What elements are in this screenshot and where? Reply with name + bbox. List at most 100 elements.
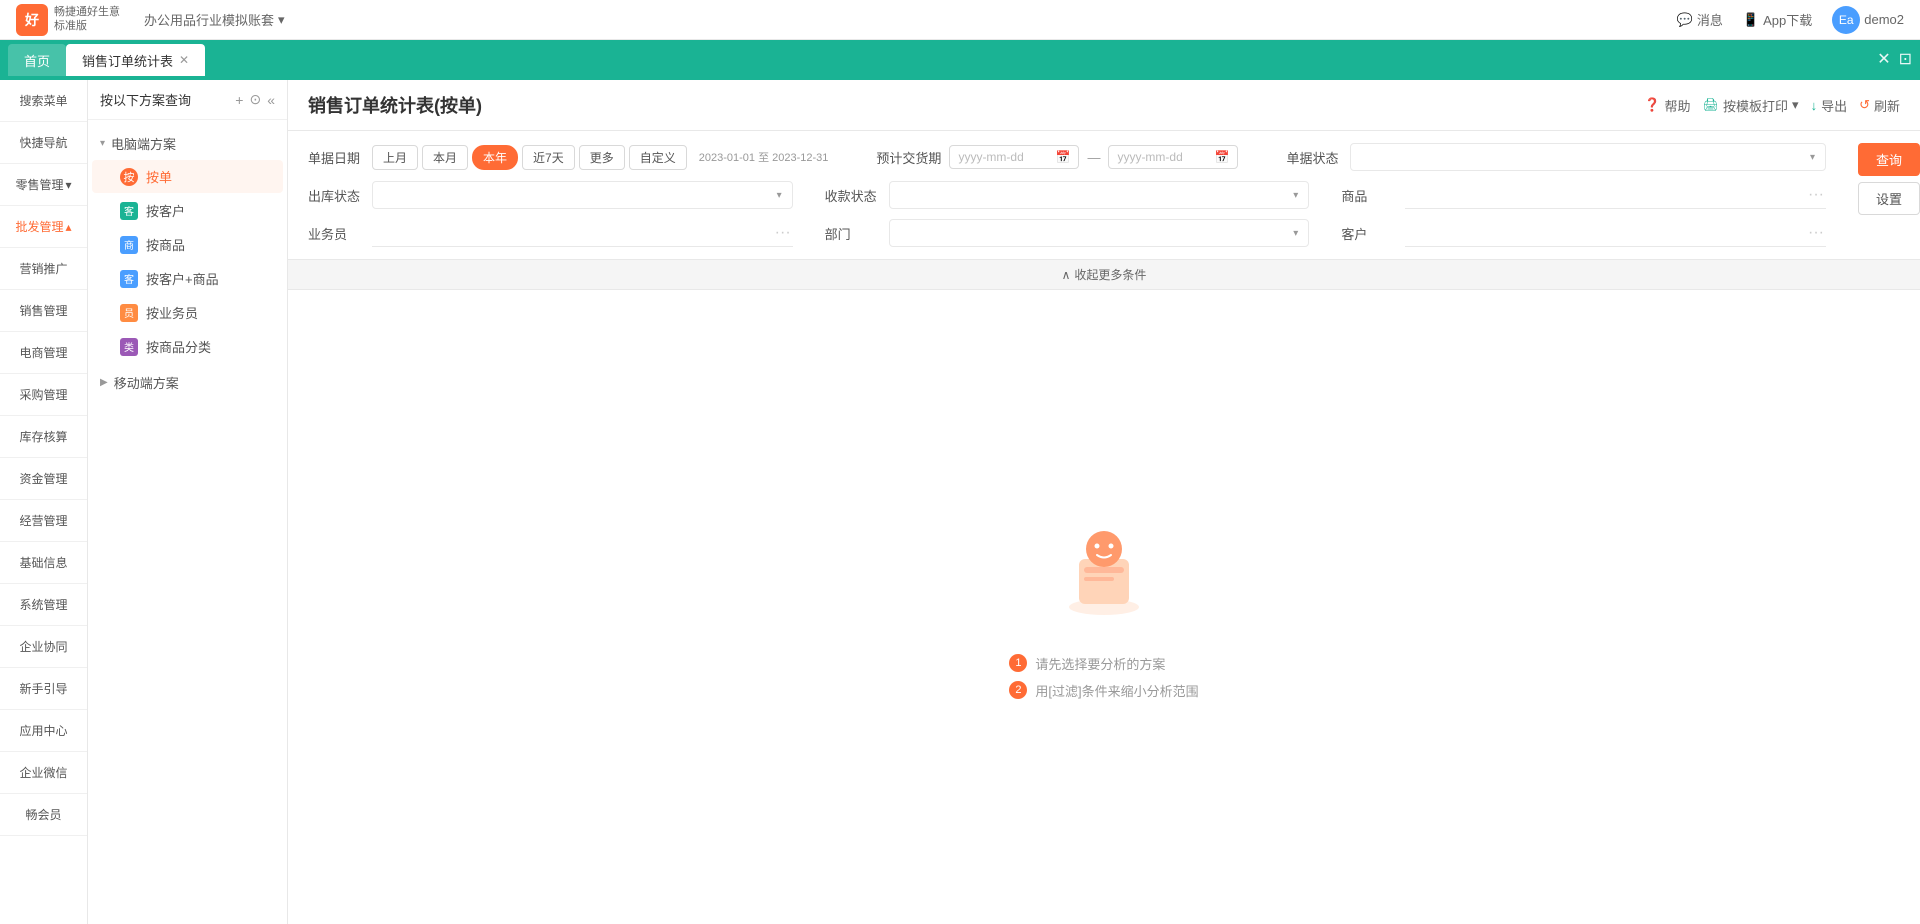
chevron-down-icon: ▾ <box>777 190 782 201</box>
sidebar-item-marketing[interactable]: 营销推广 <box>0 248 87 290</box>
sidebar-item-inventory[interactable]: 库存核算 <box>0 416 87 458</box>
receipt-status-select[interactable]: ▾ <box>889 181 1310 209</box>
scheme-category-desktop[interactable]: ▾ 电脑端方案 <box>88 128 287 159</box>
sidebar-item-appstore[interactable]: 应用中心 <box>0 710 87 752</box>
filter-section: 单据日期 上月 本月 本年 近7天 更多 自定义 2023-01-01 至 20… <box>288 131 1920 260</box>
page-header: 销售订单统计表(按单) ❓ 帮助 🖨 按模板打印 ▾ ↓ 导出 <box>288 80 1920 131</box>
sidebar-item-wechat[interactable]: 企业微信 <box>0 752 87 794</box>
salesman-label: 业务员 <box>308 224 364 243</box>
scheme-icon-category: 类 <box>120 338 138 356</box>
ship-status-select[interactable]: ▾ <box>372 181 793 209</box>
date-btn-this-year[interactable]: 本年 <box>472 145 518 170</box>
scheme-panel-title: 按以下方案查询 <box>100 90 191 109</box>
scheme-category-mobile[interactable]: ▶ 移动端方案 <box>88 367 287 398</box>
export-icon: ↓ <box>1811 98 1818 113</box>
scheme-panel: 按以下方案查询 + ⊙ « ▾ 电脑端方案 按 按单 客 按客户 <box>88 80 288 924</box>
window-close-button[interactable]: ✕ <box>1877 52 1890 68</box>
tip-num-1: 1 <box>1009 654 1027 672</box>
customer-input[interactable]: ··· <box>1405 219 1826 247</box>
add-scheme-button[interactable]: + <box>235 92 243 108</box>
page-title: 销售订单统计表(按单) <box>308 92 482 118</box>
tab-home[interactable]: 首页 <box>8 44 66 76</box>
dept-label: 部门 <box>825 224 881 243</box>
scheme-item-by-goods[interactable]: 商 按商品 <box>92 228 283 261</box>
app-selector[interactable]: 办公用品行业模拟账套 ▾ <box>144 10 285 29</box>
action-buttons: 查询 设置 <box>1846 131 1920 259</box>
scheme-item-by-salesman[interactable]: 员 按业务员 <box>92 296 283 329</box>
ship-status-label: 出库状态 <box>308 186 364 205</box>
sidebar-item-system[interactable]: 系统管理 <box>0 584 87 626</box>
customer-group: 客户 ··· <box>1341 219 1826 247</box>
empty-tip-2: 2 用[过滤]条件来缩小分析范围 <box>1009 681 1198 700</box>
date-btn-this-month[interactable]: 本月 <box>422 145 468 170</box>
dept-select[interactable]: ▾ <box>889 219 1310 247</box>
filter-row-3: 业务员 ··· 部门 ▾ <box>308 219 1826 247</box>
edit-scheme-button[interactable]: ⊙ <box>249 91 261 108</box>
sidebar-item-membership[interactable]: 畅会员 <box>0 794 87 836</box>
date-btn-custom[interactable]: 自定义 <box>629 145 687 170</box>
bill-status-select[interactable]: ▾ <box>1350 143 1826 171</box>
more-dots-icon: ··· <box>1808 224 1824 242</box>
scheme-icon-customer: 客 <box>120 202 138 220</box>
scheme-actions: + ⊙ « <box>235 91 275 108</box>
sidebar-item-wholesale[interactable]: 批发管理 ▴ <box>0 206 87 248</box>
settings-button[interactable]: 设置 <box>1858 182 1920 215</box>
tab-sales-order[interactable]: 销售订单统计表 ✕ <box>66 44 205 76</box>
collapse-scheme-button[interactable]: « <box>267 92 275 108</box>
tab-close-icon[interactable]: ✕ <box>179 53 189 67</box>
user-menu[interactable]: Ea demo2 <box>1832 6 1904 34</box>
search-button[interactable]: 查询 <box>1858 143 1920 176</box>
content: 按以下方案查询 + ⊙ « ▾ 电脑端方案 按 按单 客 按客户 <box>88 80 1920 924</box>
date-btn-last-month[interactable]: 上月 <box>372 145 418 170</box>
main-area: 销售订单统计表(按单) ❓ 帮助 🖨 按模板打印 ▾ ↓ 导出 <box>288 80 1920 924</box>
window-maximize-button[interactable]: ⊡ <box>1899 52 1912 68</box>
page-header-actions: ❓ 帮助 🖨 按模板打印 ▾ ↓ 导出 ↺ 刷新 <box>1644 96 1900 115</box>
chevron-down-icon: ▾ <box>1293 190 1298 201</box>
scheme-item-by-customer-goods[interactable]: 客 按客户+商品 <box>92 262 283 295</box>
chevron-icon: ▾ <box>65 178 71 192</box>
collapse-text: ∧ 收起更多条件 <box>1062 266 1147 283</box>
expand-icon: ▶ <box>100 377 108 388</box>
sidebar-item-newbie[interactable]: 新手引导 <box>0 668 87 710</box>
refresh-button[interactable]: ↺ 刷新 <box>1859 96 1900 115</box>
sidebar-item-sales[interactable]: 销售管理 <box>0 290 87 332</box>
date-btn-7days[interactable]: 近7天 <box>522 145 575 170</box>
sidebar-item-ecommerce[interactable]: 电商管理 <box>0 332 87 374</box>
help-button[interactable]: ❓ 帮助 <box>1644 96 1690 115</box>
top-bar: 好 畅捷通好生意 标准版 办公用品行业模拟账套 ▾ 💬 消息 📱 App下载 E… <box>0 0 1920 40</box>
salesman-group: 业务员 ··· <box>308 219 793 247</box>
scheme-item-by-category[interactable]: 类 按商品分类 <box>92 330 283 363</box>
tip-num-2: 2 <box>1009 681 1027 699</box>
scheme-icon-salesman: 员 <box>120 304 138 322</box>
sidebar-item-search[interactable]: 搜索菜单 <box>0 80 87 122</box>
message-icon: 💬 <box>1677 12 1693 28</box>
salesman-input[interactable]: ··· <box>372 219 793 247</box>
goods-input[interactable]: ··· <box>1405 181 1826 209</box>
sidebar-item-purchase[interactable]: 采购管理 <box>0 374 87 416</box>
message-button[interactable]: 💬 消息 <box>1677 10 1723 29</box>
date-btn-more[interactable]: 更多 <box>579 145 625 170</box>
sidebar-item-collab[interactable]: 企业协同 <box>0 626 87 668</box>
scheme-icon-circle: 按 <box>120 168 138 186</box>
logo-icon: 好 <box>16 4 48 36</box>
scheme-item-by-customer[interactable]: 客 按客户 <box>92 194 283 227</box>
expected-date-start[interactable]: yyyy-mm-dd 📅 <box>949 145 1079 169</box>
export-button[interactable]: ↓ 导出 <box>1811 96 1848 115</box>
sidebar-item-quicknav[interactable]: 快捷导航 <box>0 122 87 164</box>
sidebar-item-finance[interactable]: 资金管理 <box>0 458 87 500</box>
sidebar-item-operations[interactable]: 经营管理 <box>0 500 87 542</box>
calendar-icon: 📅 <box>1055 150 1070 164</box>
expected-date-end[interactable]: yyyy-mm-dd 📅 <box>1108 145 1238 169</box>
empty-tips: 1 请先选择要分析的方案 2 用[过滤]条件来缩小分析范围 <box>1009 654 1198 700</box>
sidebar-item-basic[interactable]: 基础信息 <box>0 542 87 584</box>
expected-date-group: 预计交货期 yyyy-mm-dd 📅 — yyyy-mm-dd 📅 <box>876 145 1238 169</box>
collapse-bar[interactable]: ∧ 收起更多条件 <box>288 260 1920 290</box>
print-button[interactable]: 🖨 按模板打印 ▾ <box>1703 96 1799 115</box>
bill-status-group: 单据状态 ▾ <box>1286 143 1826 171</box>
top-bar-right: 💬 消息 📱 App下载 Ea demo2 <box>1677 6 1904 34</box>
scheme-item-by-order[interactable]: 按 按单 <box>92 160 283 193</box>
download-button[interactable]: 📱 App下载 <box>1743 10 1812 29</box>
sidebar-item-retail[interactable]: 零售管理 ▾ <box>0 164 87 206</box>
main-layout: 搜索菜单 快捷导航 零售管理 ▾ 批发管理 ▴ 营销推广 销售管理 电商管理 采… <box>0 80 1920 924</box>
scheme-tree: ▾ 电脑端方案 按 按单 客 按客户 商 按商品 客 按客户+商品 <box>88 120 287 406</box>
